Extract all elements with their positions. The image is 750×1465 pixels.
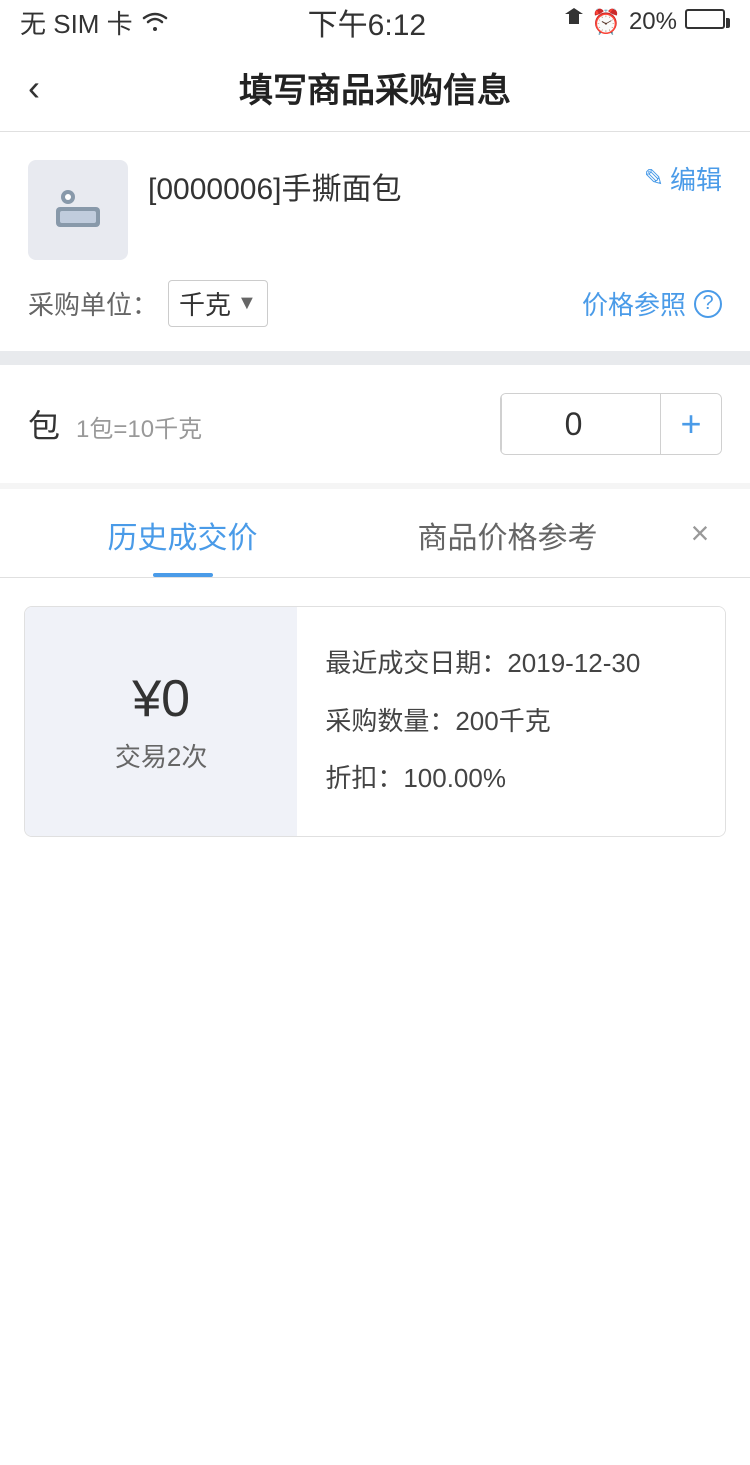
- page-header: ‹ 填写商品采购信息: [0, 44, 750, 132]
- history-detail-section: 最近成交日期：2019-12-30 采购数量：200千克 折扣：100.00%: [297, 607, 725, 836]
- product-name: [0000006]手撕面包: [148, 160, 401, 208]
- status-bar: 无 SIM 卡 下午6:12 ⏰ 20%: [0, 0, 750, 44]
- quantity-input[interactable]: [501, 394, 661, 454]
- wifi-icon: [141, 7, 169, 38]
- history-price-section: ¥0 交易2次: [25, 607, 297, 836]
- price-ref-label: 价格参照: [582, 285, 686, 322]
- status-left: 无 SIM 卡: [20, 4, 169, 41]
- panel-content: ¥0 交易2次 最近成交日期：2019-12-30 采购数量：200千克 折扣：…: [0, 578, 750, 865]
- price-reference-button[interactable]: 价格参照 ?: [582, 285, 722, 322]
- section-divider: [0, 351, 750, 365]
- panel-container: 历史成交价 商品价格参考 × ¥0 交易2次 最近成交日期：2019-12-30…: [0, 489, 750, 865]
- history-trade-count: 交易2次: [115, 737, 207, 774]
- price-number: 0: [161, 670, 190, 728]
- page-title: 填写商品采购信息: [239, 63, 511, 112]
- currency-symbol: ¥: [132, 670, 161, 728]
- history-card: ¥0 交易2次 最近成交日期：2019-12-30 采购数量：200千克 折扣：…: [24, 606, 726, 837]
- edit-icon: ✎: [644, 164, 664, 193]
- panel-close-button[interactable]: ×: [670, 503, 730, 563]
- battery-percent: 20%: [629, 8, 677, 36]
- unit-label: 采购单位：: [28, 285, 158, 322]
- panel-tabs: 历史成交价 商品价格参考 ×: [0, 489, 750, 578]
- status-right: ⏰ 20%: [565, 8, 730, 37]
- history-date-row: 最近成交日期：2019-12-30: [325, 643, 697, 685]
- product-card: [0000006]手撕面包 ✎ 编辑 采购单位： 千克 ▼ 价格参照 ?: [0, 132, 750, 351]
- history-qty-row: 采购数量：200千克: [325, 701, 697, 743]
- product-info: [0000006]手撕面包: [28, 160, 401, 260]
- tab-history-price[interactable]: 历史成交价: [20, 489, 345, 577]
- bottom-area: [0, 865, 750, 1465]
- qty-label: 采购数量：: [325, 706, 455, 736]
- edit-button[interactable]: ✎ 编辑: [644, 160, 722, 197]
- product-top-row: [0000006]手撕面包 ✎ 编辑: [28, 160, 722, 260]
- edit-label: 编辑: [670, 160, 722, 197]
- history-price-value: ¥0: [132, 669, 190, 729]
- location-icon: [565, 8, 583, 37]
- product-unit-row: 采购单位： 千克 ▼ 价格参照 ?: [28, 280, 722, 327]
- product-image: [28, 160, 128, 260]
- discount-value: 100.00%: [403, 763, 506, 793]
- back-button[interactable]: ‹: [28, 67, 40, 109]
- product-thumbnail: [48, 175, 108, 245]
- date-label: 最近成交日期：: [325, 648, 507, 678]
- alarm-icon: ⏰: [591, 8, 621, 37]
- qty-value: 200千克: [455, 706, 550, 736]
- quantity-unit: 包: [28, 401, 60, 447]
- quantity-input-group: +: [500, 393, 722, 455]
- quantity-label-group: 包 1包=10千克: [28, 401, 202, 447]
- sim-text: 无 SIM 卡: [20, 4, 133, 41]
- unit-dropdown-arrow: ▼: [237, 292, 257, 315]
- quantity-plus-button[interactable]: +: [661, 394, 721, 454]
- discount-label: 折扣：: [325, 763, 403, 793]
- status-time: 下午6:12: [308, 0, 426, 44]
- price-ref-icon: ?: [694, 290, 722, 318]
- unit-select-value: 千克: [179, 285, 231, 322]
- battery-icon: [685, 8, 730, 36]
- quantity-equiv: 1包=10千克: [76, 409, 202, 444]
- tab-price-reference[interactable]: 商品价格参考: [345, 489, 670, 577]
- history-discount-row: 折扣：100.00%: [325, 758, 697, 800]
- date-value: 2019-12-30: [507, 648, 640, 678]
- quantity-row: 包 1包=10千克 +: [0, 365, 750, 483]
- unit-select-dropdown[interactable]: 千克 ▼: [168, 280, 268, 327]
